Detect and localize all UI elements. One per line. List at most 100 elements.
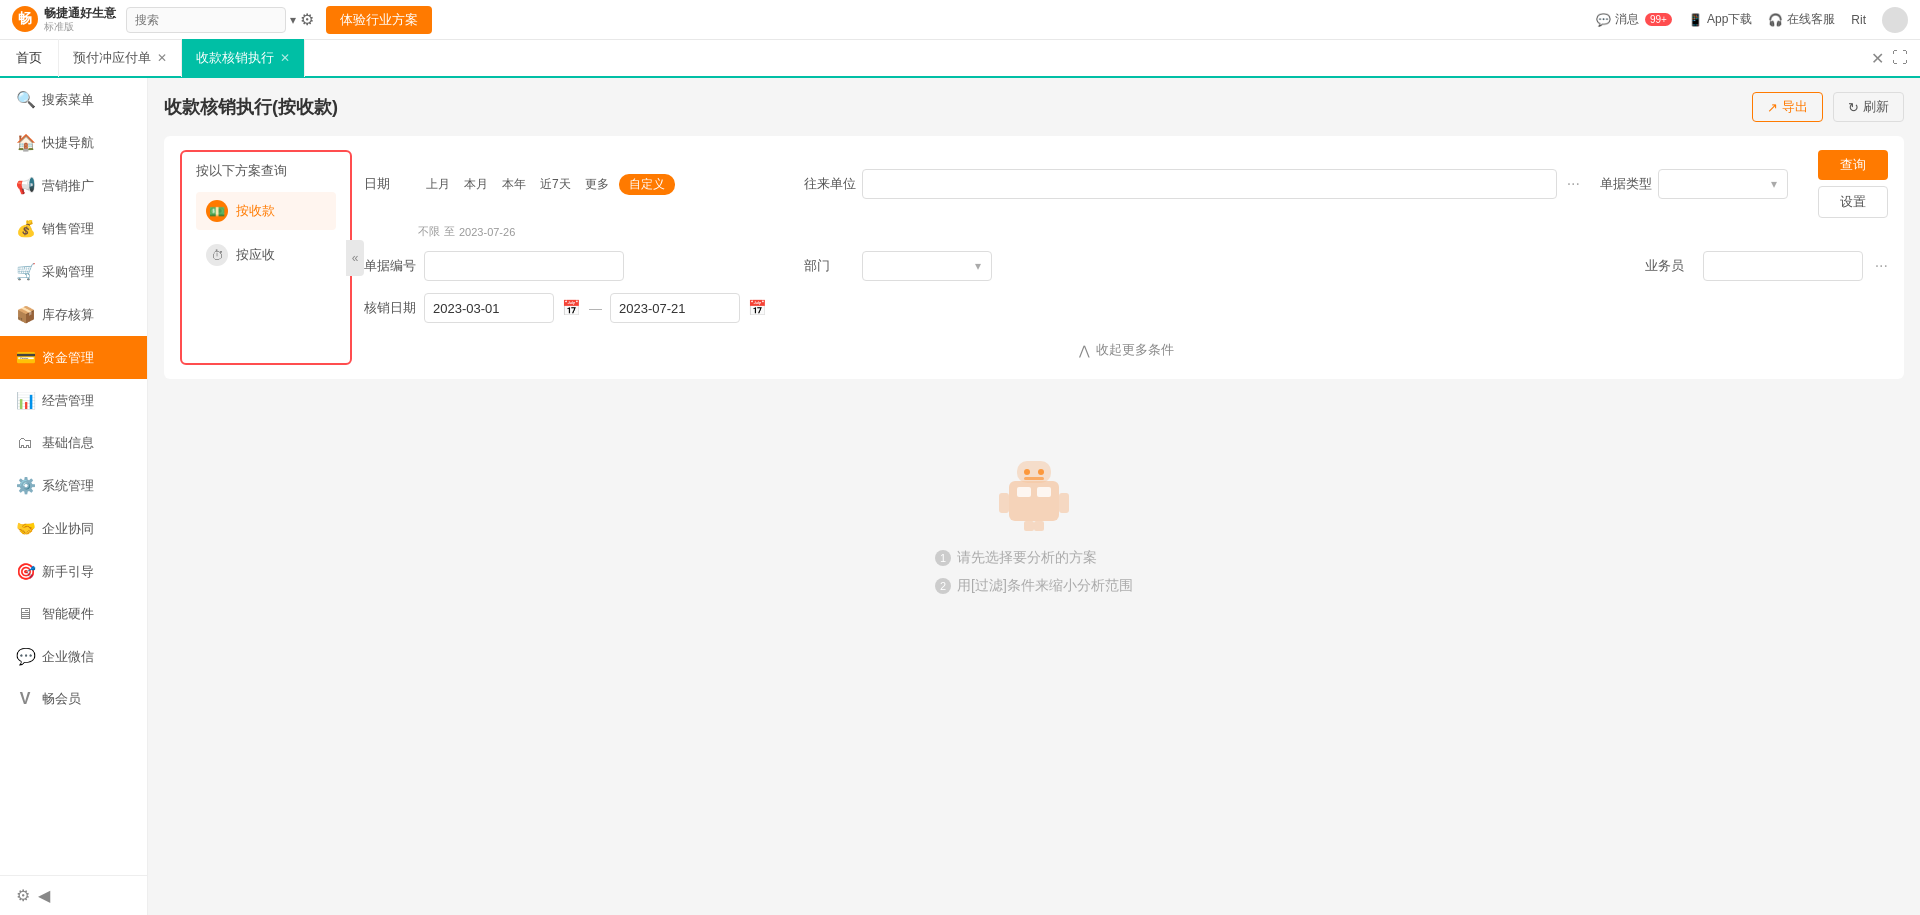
- sidebar-item-operations[interactable]: 📊 经营管理: [0, 379, 147, 422]
- svg-rect-3: [999, 493, 1009, 513]
- filter-panel: 按以下方案查询 💵 按收款 ⏱ 按应收 « 日期: [164, 136, 1904, 379]
- writeoff-to-cal-icon[interactable]: 📅: [748, 299, 767, 317]
- filter-left-collapse-btn[interactable]: «: [346, 240, 364, 276]
- sidebar-item-marketing[interactable]: 📢 营销推广: [0, 164, 147, 207]
- sidebar-item-enterprise[interactable]: 🤝 企业协同: [0, 507, 147, 550]
- topbar-search-area: ▾ ⚙ 体验行业方案: [126, 6, 1596, 34]
- tab-prepay-close[interactable]: ✕: [157, 51, 167, 65]
- message-label: 消息: [1615, 11, 1639, 28]
- svg-rect-0: [1009, 481, 1059, 521]
- sidebar-item-wechat[interactable]: 💬 企业微信: [0, 635, 147, 678]
- writeoff-from-cal-icon[interactable]: 📅: [562, 299, 581, 317]
- refresh-button[interactable]: ↻ 刷新: [1833, 92, 1904, 122]
- app-download-icon: 📱: [1688, 13, 1703, 27]
- sidebar-item-wechat-label: 企业微信: [42, 648, 94, 666]
- funds-icon: 💳: [16, 348, 34, 367]
- tab-writeoff-close[interactable]: ✕: [280, 51, 290, 65]
- tab-close-all-btn[interactable]: ✕: [1871, 49, 1884, 68]
- sidebar-item-basic-info[interactable]: 🗂 基础信息: [0, 422, 147, 464]
- tab-prepay[interactable]: 预付冲应付单 ✕: [59, 39, 182, 77]
- svg-rect-1: [1017, 487, 1031, 497]
- doc-type-arrow: ▾: [1771, 177, 1777, 191]
- sidebar-item-quick-nav[interactable]: 🏠 快捷导航: [0, 121, 147, 164]
- empty-hint-1: 请先选择要分析的方案: [935, 543, 1133, 571]
- quick-nav-icon: 🏠: [16, 133, 34, 152]
- filter-row-2: 单据编号 部门 ▾ 业务员: [364, 251, 1888, 281]
- tab-home[interactable]: 首页: [0, 39, 59, 77]
- filter-rows: 日期 上月 本月 本年 近7天 更多 自定义 往来单位: [364, 150, 1888, 365]
- filter-right-panel: 日期 上月 本月 本年 近7天 更多 自定义 往来单位: [364, 150, 1888, 365]
- tab-maximize-btn[interactable]: ⛶: [1892, 49, 1908, 67]
- solution-button[interactable]: 体验行业方案: [326, 6, 432, 34]
- filter-option-by-receivable[interactable]: ⏱ 按应收: [196, 236, 336, 274]
- staff-more-btn[interactable]: ···: [1875, 257, 1888, 275]
- topbar-search-input[interactable]: [126, 7, 286, 33]
- filter-left-title: 按以下方案查询: [196, 162, 336, 180]
- topbar-messages[interactable]: 💬 消息 99+: [1596, 11, 1672, 28]
- doc-no-input[interactable]: [424, 251, 624, 281]
- sidebar-item-funds-label: 资金管理: [42, 349, 94, 367]
- sidebar-settings-btn[interactable]: ⚙: [16, 886, 30, 905]
- topbar-app-download[interactable]: 📱 App下载: [1688, 11, 1752, 28]
- sidebar-item-marketing-label: 营销推广: [42, 177, 94, 195]
- sidebar-item-purchase[interactable]: 🛒 采购管理: [0, 250, 147, 293]
- logo-text: 畅捷通好生意 标准版: [44, 6, 116, 32]
- svg-rect-2: [1037, 487, 1051, 497]
- settings-button[interactable]: 设置: [1818, 186, 1888, 218]
- query-button[interactable]: 查询: [1818, 150, 1888, 180]
- sidebar-item-vip[interactable]: V 畅会员: [0, 678, 147, 720]
- vip-icon: V: [16, 690, 34, 708]
- by-receivable-label: 按应收: [236, 246, 275, 264]
- service-icon: 🎧: [1768, 13, 1783, 27]
- collapse-more-btn[interactable]: ⋀ 收起更多条件: [364, 335, 1888, 365]
- sidebar-item-inventory[interactable]: 📦 库存核算: [0, 293, 147, 336]
- writeoff-date-from-input[interactable]: [424, 293, 554, 323]
- filter-option-by-receipt[interactable]: 💵 按收款: [196, 192, 336, 230]
- svg-rect-9: [1024, 521, 1034, 531]
- shortcut-7days[interactable]: 近7天: [536, 174, 575, 195]
- svg-point-6: [1024, 469, 1030, 475]
- shortcut-last-month[interactable]: 上月: [422, 174, 454, 195]
- sidebar-item-search-menu[interactable]: 🔍 搜索菜单: [0, 78, 147, 121]
- writeoff-date-to-input[interactable]: [610, 293, 740, 323]
- sidebar: 🔍 搜索菜单 🏠 快捷导航 📢 营销推广 💰 销售管理 🛒 采购管理 📦 库存核…: [0, 78, 148, 915]
- doc-type-select[interactable]: ▾: [1658, 169, 1788, 199]
- empty-text-list: 请先选择要分析的方案 用[过滤]条件来缩小分析范围: [935, 543, 1133, 599]
- sidebar-item-basic-info-label: 基础信息: [42, 434, 94, 452]
- counterpart-input[interactable]: [862, 169, 1557, 199]
- dept-arrow: ▾: [975, 259, 981, 273]
- app-logo: 畅 畅捷通好生意 标准版: [12, 6, 116, 32]
- topbar-online-service[interactable]: 🎧 在线客服: [1768, 11, 1835, 28]
- sidebar-item-sales[interactable]: 💰 销售管理: [0, 207, 147, 250]
- shortcut-more[interactable]: 更多: [581, 174, 613, 195]
- guide-icon: 🎯: [16, 562, 34, 581]
- sidebar-collapse-btn[interactable]: ◀: [38, 886, 50, 905]
- by-receipt-label: 按收款: [236, 202, 275, 220]
- sidebar-item-sys-mgmt[interactable]: ⚙️ 系统管理: [0, 464, 147, 507]
- topbar: 畅 畅捷通好生意 标准版 ▾ ⚙ 体验行业方案 💬 消息 99+ 📱 App下载…: [0, 0, 1920, 40]
- export-button[interactable]: ↗ 导出: [1752, 92, 1823, 122]
- topbar-dropdown-btn[interactable]: ▾: [290, 13, 296, 27]
- sidebar-item-funds[interactable]: 💳 资金管理: [0, 336, 147, 379]
- counterpart-more-btn[interactable]: ···: [1567, 175, 1580, 193]
- dept-select[interactable]: ▾: [862, 251, 992, 281]
- export-icon: ↗: [1767, 100, 1778, 115]
- sales-icon: 💰: [16, 219, 34, 238]
- message-icon: 💬: [1596, 13, 1611, 27]
- topbar-settings-btn[interactable]: ⚙: [300, 10, 314, 29]
- query-btn-group: 查询 设置: [1818, 150, 1888, 218]
- tab-writeoff[interactable]: 收款核销执行 ✕: [182, 39, 305, 77]
- shortcut-this-year[interactable]: 本年: [498, 174, 530, 195]
- sidebar-item-enterprise-label: 企业协同: [42, 520, 94, 538]
- page-header: 收款核销执行(按收款) ↗ 导出 ↻ 刷新: [164, 92, 1904, 122]
- filter-row-date-sub: 不限 至 2023-07-26: [364, 224, 1888, 239]
- shortcut-this-month[interactable]: 本月: [460, 174, 492, 195]
- staff-input[interactable]: [1703, 251, 1863, 281]
- sys-mgmt-icon: ⚙️: [16, 476, 34, 495]
- sidebar-item-guide[interactable]: 🎯 新手引导: [0, 550, 147, 593]
- svg-point-7: [1038, 469, 1044, 475]
- service-label: 在线客服: [1787, 11, 1835, 28]
- empty-hint-2: 用[过滤]条件来缩小分析范围: [935, 571, 1133, 599]
- sidebar-item-hardware[interactable]: 🖥 智能硬件: [0, 593, 147, 635]
- shortcut-custom[interactable]: 自定义: [619, 174, 675, 195]
